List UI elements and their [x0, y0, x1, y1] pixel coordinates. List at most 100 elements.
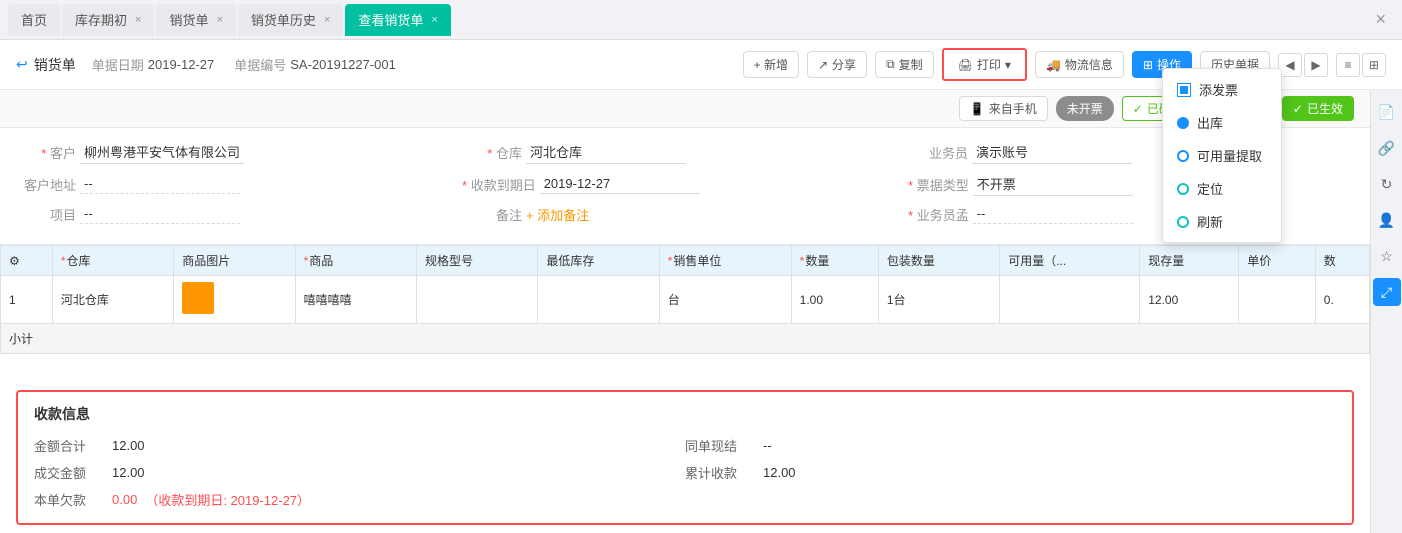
ticket-type-value: 不开票: [973, 172, 1133, 196]
customer-label: * 客户: [16, 143, 76, 162]
next-button[interactable]: ▶: [1304, 53, 1328, 77]
nav-arrows: ◀ ▶: [1278, 53, 1328, 77]
staff-field: 业务员 演示账号: [908, 140, 1354, 164]
col-product: *商品: [295, 246, 416, 276]
payment-cumulative-value: 12.00: [763, 465, 796, 480]
row-spec: [416, 276, 537, 324]
document-title: ↩ 销货单: [16, 55, 76, 75]
table-header-row: ⚙ *仓库 商品图片 *商品 规格型号 最低库存 *销售单位 *数量 包装数量: [1, 246, 1370, 276]
copy-button[interactable]: ⧉ 复制: [875, 51, 934, 78]
print-icon: 🖨: [958, 58, 973, 72]
doc-number-value: SA-20191227-001: [290, 57, 396, 72]
check-icon: ✓: [1133, 102, 1143, 116]
tab-view-sales-label: 查看销货单: [358, 10, 423, 29]
payment-deal-value: 12.00: [112, 465, 145, 480]
available-qty-icon: [1177, 150, 1189, 162]
dropdown-locate[interactable]: 定位: [1163, 172, 1281, 205]
view-toggle: ≡ ⊞: [1336, 53, 1386, 77]
col-current: 现存量: [1140, 246, 1239, 276]
dropdown-add-invoice[interactable]: 添发票: [1163, 73, 1281, 106]
project-value: --: [80, 204, 240, 224]
copy-icon: ⧉: [886, 57, 895, 72]
sidebar-document-icon[interactable]: 📄: [1373, 98, 1401, 126]
operation-dropdown: 添发票 出库 可用量提取 定位 刷新: [1162, 68, 1282, 243]
tab-view-sales[interactable]: 查看销货单 ×: [345, 4, 450, 36]
operation-icon: ⊞: [1143, 58, 1153, 72]
tab-sales-history-close[interactable]: ×: [324, 14, 330, 26]
row-available: [1000, 276, 1140, 324]
add-notes-button[interactable]: + 添加备注: [526, 205, 589, 224]
payment-deal-label: 成交金额: [34, 463, 104, 482]
tab-inventory-label: 库存期初: [75, 10, 127, 29]
sidebar-refresh-icon[interactable]: ↻: [1373, 170, 1401, 198]
effect-button[interactable]: ✓ 已生效: [1282, 96, 1354, 121]
tab-inventory-close[interactable]: ×: [135, 14, 141, 26]
add-invoice-label: 添发票: [1199, 80, 1238, 99]
refresh-icon: [1177, 216, 1189, 228]
new-button-label: + 新增: [754, 56, 788, 73]
warehouse-label: * 仓库: [462, 143, 522, 162]
row-unit: 台: [659, 276, 791, 324]
tab-sales-close[interactable]: ×: [216, 14, 222, 26]
tab-view-sales-close[interactable]: ×: [431, 14, 437, 26]
address-field: 客户地址 --: [16, 174, 462, 194]
subtotal-row: 小计: [1, 324, 1370, 354]
col-min-stock: 最低库存: [538, 246, 659, 276]
dropdown-refresh[interactable]: 刷新: [1163, 205, 1281, 238]
payment-balance-label: 本单欠款: [34, 490, 104, 509]
payment-same-order-label: 同单现结: [685, 436, 755, 455]
ticket-type-field: * 票据类型 不开票: [908, 172, 1354, 196]
payment-deal-row: 成交金额 12.00: [34, 461, 685, 484]
dropdown-available-qty[interactable]: 可用量提取: [1163, 139, 1281, 172]
table-wrapper[interactable]: ⚙ *仓库 商品图片 *商品 规格型号 最低库存 *销售单位 *数量 包装数量: [0, 245, 1370, 382]
settings-icon[interactable]: ⚙: [9, 254, 20, 268]
document-meta: 单据日期 2019-12-27 单据编号 SA-20191227-001: [92, 55, 396, 74]
sidebar-star-icon[interactable]: ☆: [1373, 242, 1401, 270]
payment-title: 收款信息: [34, 404, 1336, 424]
tab-sales-history-label: 销货单历史: [251, 10, 316, 29]
sidebar-expand-icon[interactable]: ⤢: [1373, 278, 1401, 306]
doc-number-field: 单据编号 SA-20191227-001: [234, 55, 396, 74]
window-close-button[interactable]: ×: [1367, 9, 1394, 30]
logistics-button[interactable]: 🚚 物流信息: [1035, 51, 1124, 78]
col-unit: *销售单位: [659, 246, 791, 276]
tab-sales-label: 销货单: [169, 10, 208, 29]
mobile-button[interactable]: 📱 来自手机: [959, 96, 1048, 121]
list-view-button[interactable]: ≡: [1336, 53, 1360, 77]
tab-sales[interactable]: 销货单 ×: [156, 4, 235, 36]
tab-home[interactable]: 首页: [8, 4, 60, 36]
salesperson-label: * 业务员孟: [908, 205, 969, 224]
form-row-3: 项目 -- 备注 + 添加备注 * 业务员孟: [16, 204, 1354, 224]
col-price: 单价: [1239, 246, 1316, 276]
due-date-field: * 收款到期日 2019-12-27: [462, 174, 908, 194]
not-open-button-label: 未开票: [1067, 100, 1103, 117]
dropdown-outbound[interactable]: 出库: [1163, 106, 1281, 139]
sidebar-user-icon[interactable]: 👤: [1373, 206, 1401, 234]
print-button[interactable]: 🖨 打印 ▾: [948, 52, 1021, 77]
share-button[interactable]: ↗ 分享: [807, 51, 867, 78]
grid-view-button[interactable]: ⊞: [1362, 53, 1386, 77]
col-available: 可用量（...: [1000, 246, 1140, 276]
payment-balance-row: 本单欠款 0.00 （收款到期日: 2019-12-27）: [34, 488, 1336, 511]
sidebar-link-icon[interactable]: 🔗: [1373, 134, 1401, 162]
share-button-label: 分享: [832, 56, 856, 73]
new-button[interactable]: + 新增: [743, 51, 799, 78]
effect-button-label: 已生效: [1307, 100, 1343, 117]
outbound-label: 出库: [1197, 113, 1223, 132]
doc-number-label: 单据编号: [234, 55, 286, 74]
doc-type-icon: ↩: [16, 56, 28, 73]
logistics-icon: 🚚: [1046, 58, 1061, 72]
tab-sales-history[interactable]: 销货单历史 ×: [238, 4, 343, 36]
not-open-button[interactable]: 未开票: [1056, 96, 1114, 121]
doc-date-value: 2019-12-27: [148, 57, 215, 72]
payment-same-order-row: 同单现结 --: [685, 434, 1336, 457]
product-table-section: ⚙ *仓库 商品图片 *商品 规格型号 最低库存 *销售单位 *数量 包装数量: [0, 245, 1370, 533]
table-row: 1 河北仓库 嘻嘻嘻嘻 台 1.00: [1, 276, 1370, 324]
row-product: 嘻嘻嘻嘻: [295, 276, 416, 324]
project-label: 项目: [16, 205, 76, 224]
warehouse-field: * 仓库 河北仓库: [462, 140, 908, 164]
payment-total-row: 金额合计 12.00: [34, 434, 685, 457]
tab-inventory[interactable]: 库存期初 ×: [62, 4, 154, 36]
doc-date-field: 单据日期 2019-12-27: [92, 55, 215, 74]
payment-balance-value: 0.00: [112, 492, 137, 507]
